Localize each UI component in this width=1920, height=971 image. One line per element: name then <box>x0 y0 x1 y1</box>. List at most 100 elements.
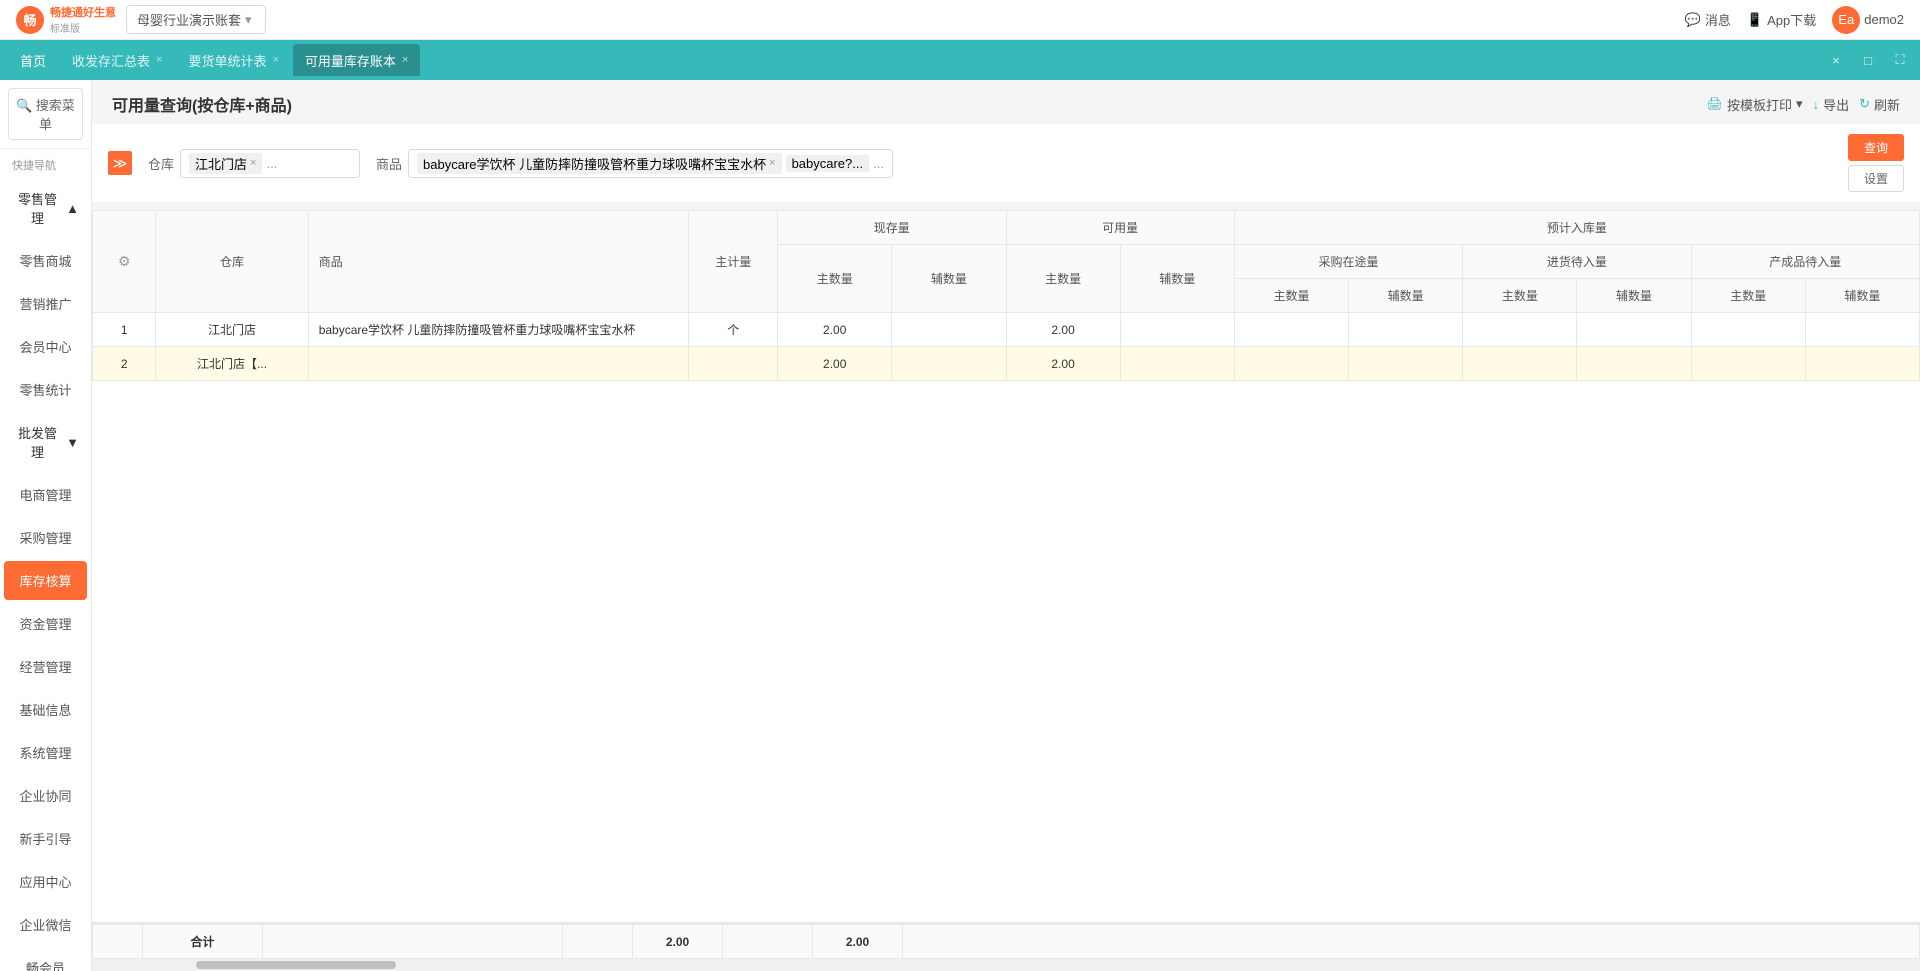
cell-no-1: 1 <box>93 313 156 347</box>
sidebar-item-ecommerce[interactable]: 电商管理 <box>4 475 87 514</box>
th-warehouse: 仓库 <box>156 211 308 313</box>
th-prod-aux: 辅数量 <box>1805 279 1919 313</box>
horizontal-scrollbar[interactable] <box>92 959 1920 971</box>
top-bar-right: 💬 消息 📱 App下载 Ea demo2 <box>1685 6 1904 34</box>
close-tab-0[interactable]: × <box>156 54 162 66</box>
inventory-table: ⚙ 仓库 商品 主计量 现存量 可用量 预计入库量 主数量 辅数量 主数量 辅数… <box>92 210 1920 381</box>
sidebar-item-system[interactable]: 系统管理 <box>4 733 87 772</box>
cell-unit-2 <box>689 347 778 381</box>
remove-product-tag-1[interactable]: × <box>769 157 775 169</box>
sidebar-item-appcenter[interactable]: 应用中心 <box>4 862 87 901</box>
close-tab-2[interactable]: × <box>402 54 408 66</box>
warehouse-field[interactable]: 江北门店 × ... <box>180 149 360 178</box>
sidebar-item-wholesale-mgmt[interactable]: 批发管理 ▼ <box>4 413 87 471</box>
cell-pur-main-1 <box>1234 313 1348 347</box>
query-btn[interactable]: 查询 <box>1848 134 1904 161</box>
sidebar-item-marketing[interactable]: 营销推广 <box>4 284 87 323</box>
th-expected-in: 预计入库量 <box>1234 211 1919 245</box>
summary-product <box>263 925 563 959</box>
close-tab-1[interactable]: × <box>272 54 278 66</box>
top-bar: 畅 畅捷通好生意 标准版 母婴行业演示账套 ▾ 💬 消息 📱 App下载 Ea … <box>0 0 1920 40</box>
tab-home[interactable]: 首页 <box>8 44 58 76</box>
cell-avail-main-2: 2.00 <box>1006 347 1120 381</box>
product-label: 商品 <box>376 154 402 173</box>
chevron-down-icon: ▼ <box>66 435 79 450</box>
logo-area: 畅 畅捷通好生意 标准版 <box>16 4 116 35</box>
settings-btn[interactable]: 设置 <box>1848 165 1904 192</box>
message-btn[interactable]: 💬 消息 <box>1685 10 1731 29</box>
sidebar-item-cooperation[interactable]: 企业协同 <box>4 776 87 815</box>
product-field[interactable]: babycare学饮杯 儿童防摔防撞吸管杯重力球吸嘴杯宝宝水杯 × babyca… <box>408 149 893 178</box>
logo-icon: 畅 <box>16 6 44 34</box>
tab-available-inventory[interactable]: 可用量库存账本 × <box>293 44 420 76</box>
sidebar-item-inventory[interactable]: 库存核算 <box>4 561 87 600</box>
export-icon: ↓ <box>1813 97 1820 112</box>
table-container: ⚙ 仓库 商品 主计量 现存量 可用量 预计入库量 主数量 辅数量 主数量 辅数… <box>92 210 1920 922</box>
th-production-pending: 产成品待入量 <box>1691 245 1919 279</box>
summary-stock-main: 2.00 <box>633 925 723 959</box>
logo-text: 畅捷通好生意 标准版 <box>50 4 116 35</box>
cell-stock-aux-1 <box>892 313 1006 347</box>
scrollbar-thumb[interactable] <box>196 961 396 969</box>
sidebar-item-purchase[interactable]: 采购管理 <box>4 518 87 557</box>
gear-icon[interactable]: ⚙ <box>118 253 131 269</box>
cell-warehouse-1: 江北门店 <box>156 313 308 347</box>
sidebar-item-basic[interactable]: 基础信息 <box>4 690 87 729</box>
page-title: 可用量查询(按仓库+商品) <box>112 92 292 116</box>
product-more-btn[interactable]: ... <box>873 156 884 171</box>
window-controls: × □ ⛶ <box>1824 48 1912 72</box>
th-pur-main: 主数量 <box>1234 279 1348 313</box>
quick-nav-label[interactable]: 快捷导航 <box>0 149 91 177</box>
sidebar-item-member[interactable]: 会员中心 <box>4 327 87 366</box>
th-goods-aux: 辅数量 <box>1577 279 1691 313</box>
summary-footer: 合计 2.00 2.00 <box>92 922 1920 959</box>
restore-window-btn[interactable]: □ <box>1856 48 1880 72</box>
sidebar-item-retail-shop[interactable]: 零售商城 <box>4 241 87 280</box>
warehouse-more-btn[interactable]: ... <box>266 156 277 171</box>
summary-no <box>93 925 143 959</box>
cell-goods-aux-2 <box>1577 347 1691 381</box>
sidebar: 🔍 搜索菜单 快捷导航 零售管理 ▲ 零售商城 营销推广 会员中心 零售统计 批… <box>0 80 92 971</box>
summary-stock-aux <box>723 925 813 959</box>
user-area[interactable]: Ea demo2 <box>1832 6 1904 34</box>
sidebar-item-retail-stats[interactable]: 零售统计 <box>4 370 87 409</box>
refresh-btn[interactable]: ↻ 刷新 <box>1859 95 1900 114</box>
app-download-btn[interactable]: 📱 App下载 <box>1747 10 1816 29</box>
warehouse-label: 仓库 <box>148 154 174 173</box>
sidebar-item-enterprise-wechat[interactable]: 企业微信 <box>4 905 87 944</box>
summary-row: 合计 2.00 2.00 <box>93 925 1920 959</box>
cell-prod-aux-1 <box>1805 313 1919 347</box>
chevron-down-icon: ▾ <box>1796 96 1803 112</box>
sidebar-item-ops[interactable]: 经营管理 <box>4 647 87 686</box>
close-window-btn[interactable]: × <box>1824 48 1848 72</box>
product-tag-2: babycare?... <box>786 155 870 172</box>
sidebar-item-newbie[interactable]: 新手引导 <box>4 819 87 858</box>
sidebar-item-member2[interactable]: 畅会员 <box>4 948 87 971</box>
summary-rest <box>903 925 1920 959</box>
main-layout: 🔍 搜索菜单 快捷导航 零售管理 ▲ 零售商城 营销推广 会员中心 零售统计 批… <box>0 80 1920 971</box>
search-menu-btn[interactable]: 🔍 搜索菜单 <box>8 88 83 140</box>
cell-stock-main-1: 2.00 <box>778 313 892 347</box>
page-actions: 🖨 按模板打印 ▾ ↓ 导出 ↻ 刷新 <box>1707 95 1901 114</box>
sidebar-item-retail-mgmt[interactable]: 零售管理 ▲ <box>4 179 87 237</box>
cell-avail-main-1: 2.00 <box>1006 313 1120 347</box>
th-unit: 主计量 <box>689 211 778 313</box>
nav-tabs: 首页 收发存汇总表 × 要货单统计表 × 可用量库存账本 × × □ ⛶ <box>0 40 1920 80</box>
industry-selector[interactable]: 母婴行业演示账套 ▾ <box>126 5 266 34</box>
tab-receive-summary[interactable]: 收发存汇总表 × <box>60 44 174 76</box>
remove-warehouse-tag[interactable]: × <box>250 157 256 169</box>
print-btn[interactable]: 🖨 按模板打印 ▾ <box>1707 95 1803 114</box>
th-product: 商品 <box>308 211 689 313</box>
cell-product-2 <box>308 347 689 381</box>
tab-order-stats[interactable]: 要货单统计表 × <box>176 44 290 76</box>
export-btn[interactable]: ↓ 导出 <box>1813 95 1850 114</box>
cell-pur-main-2 <box>1234 347 1348 381</box>
filter-expand-btn[interactable]: ≫ <box>108 151 132 175</box>
sidebar-item-finance[interactable]: 资金管理 <box>4 604 87 643</box>
th-goods-pending: 进货待入量 <box>1463 245 1691 279</box>
fullscreen-btn[interactable]: ⛶ <box>1888 48 1912 72</box>
print-icon: 🖨 <box>1707 96 1724 112</box>
th-purchase-transit: 采购在途量 <box>1234 245 1462 279</box>
th-current-stock: 现存量 <box>778 211 1006 245</box>
search-icon: 🔍 <box>16 98 32 113</box>
